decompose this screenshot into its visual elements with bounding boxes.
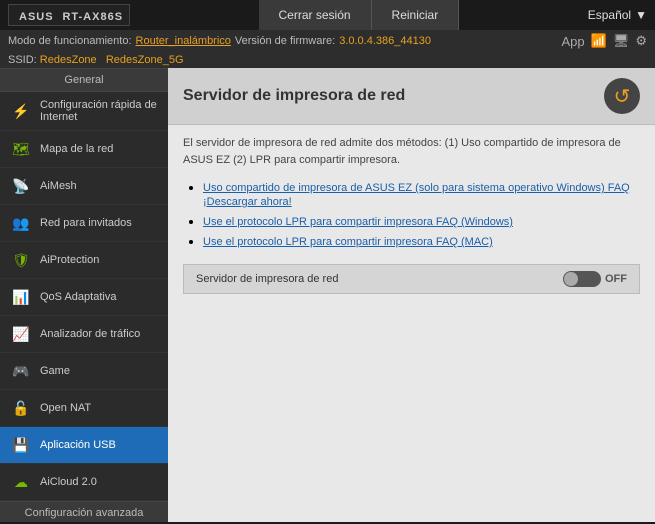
model-text: RT-AX86S	[62, 11, 123, 23]
ssid-bar: SSID: RedesZone RedesZone_5G	[0, 52, 655, 68]
main-layout: General ⚡ Configuración rápida de Intern…	[0, 68, 655, 522]
settings-icon[interactable]: ⚙	[635, 33, 647, 49]
toggle-track	[563, 271, 601, 287]
mode-bar: Modo de funcionamiento: Router_inalámbri…	[0, 30, 655, 52]
language-selector[interactable]: Español ▼	[588, 8, 647, 22]
mode-value-link[interactable]: Router_inalámbrico	[136, 35, 231, 47]
content-header: Servidor de impresora de red ↺	[168, 68, 655, 125]
content-description: El servidor de impresora de red admite d…	[183, 135, 640, 168]
sidebar-label-game: Game	[40, 365, 70, 377]
content-body: El servidor de impresora de red admite d…	[168, 125, 655, 304]
toggle-label: Servidor de impresora de red	[196, 273, 547, 285]
sidebar-item-traffic-analyzer[interactable]: 📈 Analizador de tráfico	[0, 316, 168, 353]
sidebar-item-open-nat[interactable]: 🔓 Open NAT	[0, 390, 168, 427]
logo-text: ASUS	[19, 11, 54, 23]
sidebar-label-aimesh: AiMesh	[40, 180, 77, 192]
sidebar-item-aimesh[interactable]: 📡 AiMesh	[0, 168, 168, 205]
sidebar-icon-aicloud: ☁	[10, 471, 32, 493]
sidebar-section-general: General	[0, 68, 168, 92]
ssid1-link[interactable]: RedesZone	[40, 54, 97, 66]
sidebar-label-open-nat: Open NAT	[40, 402, 91, 414]
app-icon[interactable]: App	[562, 34, 585, 49]
sidebar-label-rapid-config: Configuración rápida de Internet	[40, 99, 158, 123]
sidebar-label-guest-network: Red para invitados	[40, 217, 132, 229]
sidebar-item-game[interactable]: 🎮 Game	[0, 353, 168, 390]
link1[interactable]: Uso compartido de impresora de ASUS EZ (…	[203, 182, 630, 208]
sidebar-item-usb-application[interactable]: 💾 Aplicación USB	[0, 427, 168, 464]
firmware-value: 3.0.0.4.386_44130	[339, 35, 431, 47]
sidebar-section-advanced: Configuración avanzada	[0, 501, 168, 522]
list-item: Uso compartido de impresora de ASUS EZ (…	[203, 180, 640, 208]
link2[interactable]: Use el protocolo LPR para compartir impr…	[203, 216, 513, 228]
sidebar-label-usb-application: Aplicación USB	[40, 439, 116, 451]
top-bar-actions: Cerrar sesión Reiniciar	[130, 0, 588, 30]
toggle-row: Servidor de impresora de red OFF	[183, 264, 640, 294]
printer-icon: ↺	[604, 78, 640, 114]
list-item: Use el protocolo LPR para compartir impr…	[203, 234, 640, 248]
sidebar-item-map[interactable]: 🗺 Mapa de la red	[0, 131, 168, 168]
content-title: Servidor de impresora de red	[183, 87, 405, 105]
links-list: Uso compartido de impresora de ASUS EZ (…	[183, 180, 640, 248]
sidebar-icon-map: 🗺	[10, 138, 32, 160]
sidebar-icon-usb-application: 💾	[10, 434, 32, 456]
content-area: Servidor de impresora de red ↺ El servid…	[168, 68, 655, 522]
sidebar-label-qos: QoS Adaptativa	[40, 291, 116, 303]
logo: ASUS RT-AX86S	[8, 4, 130, 26]
printer-server-toggle[interactable]: OFF	[563, 271, 627, 287]
chevron-down-icon: ▼	[635, 8, 647, 22]
firmware-label: Versión de firmware:	[235, 35, 335, 47]
list-item: Use el protocolo LPR para compartir impr…	[203, 214, 640, 228]
sidebar-icon-game: 🎮	[10, 360, 32, 382]
restart-button[interactable]: Reiniciar	[372, 0, 460, 30]
top-bar: ASUS RT-AX86S Cerrar sesión Reiniciar Es…	[0, 0, 655, 30]
sidebar-label-aiprotection: AiProtection	[40, 254, 99, 266]
toggle-knob	[564, 272, 578, 286]
ssid-label: SSID:	[8, 54, 37, 66]
sidebar-icon-rapid-config: ⚡	[10, 100, 32, 122]
sidebar-general-items: ⚡ Configuración rápida de Internet 🗺 Map…	[0, 92, 168, 501]
sidebar-item-aicloud[interactable]: ☁ AiCloud 2.0	[0, 464, 168, 501]
sidebar: General ⚡ Configuración rápida de Intern…	[0, 68, 168, 522]
router-icon[interactable]: 🖥	[613, 33, 630, 49]
mode-label: Modo de funcionamiento:	[8, 35, 132, 47]
sidebar-icon-qos: 📊	[10, 286, 32, 308]
sidebar-item-guest-network[interactable]: 👥 Red para invitados	[0, 205, 168, 242]
sidebar-icon-open-nat: 🔓	[10, 397, 32, 419]
sidebar-label-traffic-analyzer: Analizador de tráfico	[40, 328, 140, 340]
sidebar-item-rapid-config[interactable]: ⚡ Configuración rápida de Internet	[0, 92, 168, 131]
wifi-icon[interactable]: 📶	[591, 33, 607, 49]
sidebar-icon-guest-network: 👥	[10, 212, 32, 234]
ssid2-link[interactable]: RedesZone_5G	[106, 54, 184, 66]
sidebar-label-map: Mapa de la red	[40, 143, 113, 155]
mode-icons: App 📶 🖥 ⚙	[562, 33, 648, 49]
language-label: Español	[588, 8, 631, 22]
sidebar-icon-aiprotection: 🛡	[10, 249, 32, 271]
sidebar-icon-aimesh: 📡	[10, 175, 32, 197]
sidebar-label-aicloud: AiCloud 2.0	[40, 476, 97, 488]
toggle-state-text: OFF	[605, 273, 627, 285]
sidebar-item-qos[interactable]: 📊 QoS Adaptativa	[0, 279, 168, 316]
logout-button[interactable]: Cerrar sesión	[259, 0, 372, 30]
link3[interactable]: Use el protocolo LPR para compartir impr…	[203, 236, 493, 248]
sidebar-icon-traffic-analyzer: 📈	[10, 323, 32, 345]
sidebar-item-aiprotection[interactable]: 🛡 AiProtection	[0, 242, 168, 279]
